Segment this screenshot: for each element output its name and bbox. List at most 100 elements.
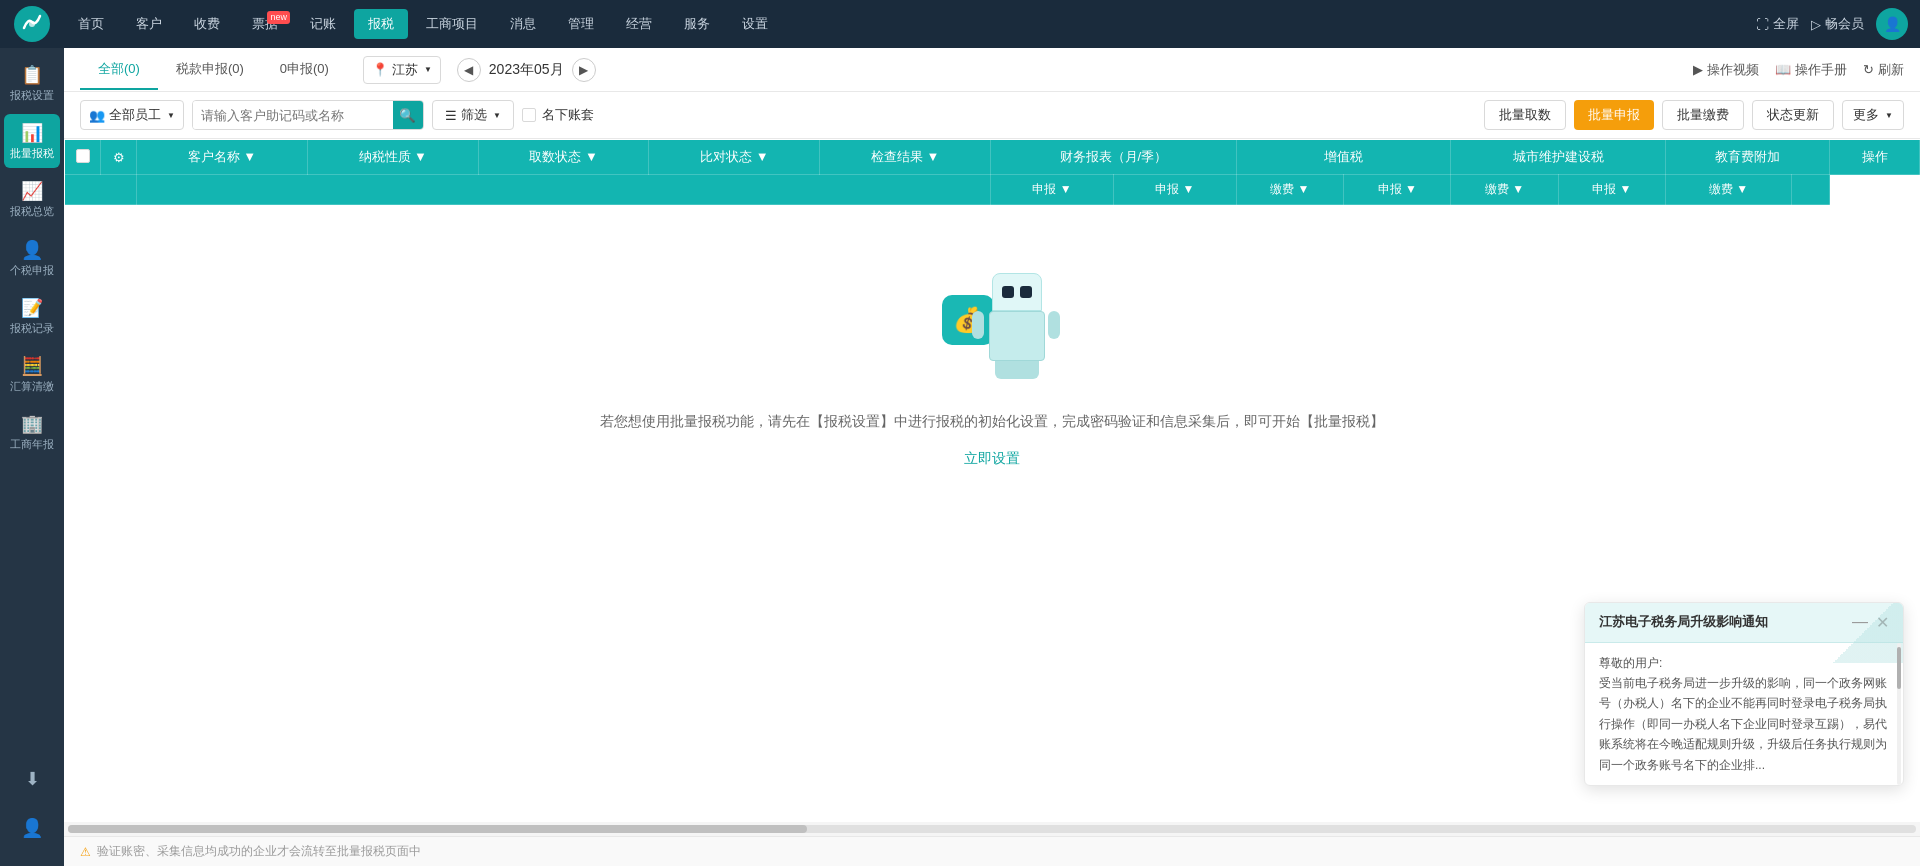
tab-zero-declare[interactable]: 0申报(0) <box>262 50 347 90</box>
batch-fetch-btn[interactable]: 批量取数 <box>1484 100 1566 130</box>
col-operations: 操作 <box>1830 140 1920 175</box>
scroll-track <box>68 825 1916 833</box>
horizontal-scrollbar[interactable] <box>64 822 1920 836</box>
nav-invoice[interactable]: 票据 new <box>238 9 292 39</box>
sidebar: 📋 报税设置 📊 批量报税 📈 报税总览 👤 个税申报 📝 报税记录 🧮 汇算清… <box>0 48 64 866</box>
status-text: 验证账密、采集信息均成功的企业才会流转至批量报税页面中 <box>97 843 421 860</box>
setup-link[interactable]: 立即设置 <box>964 450 1020 468</box>
download-icon: ⬇ <box>25 768 40 790</box>
settings-header[interactable]: ⚙ <box>101 140 137 175</box>
nav-billing[interactable]: 收费 <box>180 9 234 39</box>
filter-icon: ☰ <box>445 108 457 123</box>
col-vat: 增值税 <box>1236 140 1451 175</box>
sidebar-item-settlement[interactable]: 🧮 汇算清缴 <box>4 347 60 401</box>
personal-tax-icon: 👤 <box>21 239 43 261</box>
col-fetch-status: 取数状态 ▼ <box>478 140 649 175</box>
member-btn[interactable]: ▷ 畅会员 <box>1811 15 1864 33</box>
search-button[interactable]: 🔍 <box>393 100 423 130</box>
sidebar-label-personal-tax: 个税申报 <box>10 264 54 277</box>
search-input[interactable] <box>193 101 393 129</box>
province-selector[interactable]: 📍 江苏 ▼ <box>363 56 441 84</box>
col-compare-status: 比对状态 ▼ <box>649 140 820 175</box>
sub-header-empty2 <box>137 175 991 205</box>
batch-declare-btn[interactable]: 批量申报 <box>1574 100 1654 130</box>
sub-account-checkbox-label[interactable]: 名下账套 <box>522 106 594 124</box>
location-icon: 📍 <box>372 62 388 77</box>
nav-home[interactable]: 首页 <box>64 9 118 39</box>
prev-month-btn[interactable]: ◀ <box>457 58 481 82</box>
nav-tax[interactable]: 报税 <box>354 9 408 39</box>
col-tax-nature: 纳税性质 ▼ <box>307 140 478 175</box>
sub-account-checkbox[interactable] <box>522 108 536 122</box>
nav-message[interactable]: 消息 <box>496 9 550 39</box>
video-icon: ▶ <box>1693 62 1703 77</box>
nav-menu: 首页 客户 收费 票据 new 记账 报税 工商项目 消息 管理 经营 服务 设… <box>64 9 1756 39</box>
sidebar-item-annual-report[interactable]: 🏢 工商年报 <box>4 405 60 459</box>
batch-tax-icon: 📊 <box>21 122 43 144</box>
nav-business[interactable]: 工商项目 <box>412 9 492 39</box>
province-label: 江苏 <box>392 61 418 79</box>
sub-tabs-bar: 全部(0) 税款申报(0) 0申报(0) 📍 江苏 ▼ ◀ 2023年05月 ▶… <box>64 48 1920 92</box>
sidebar-label-batch-tax: 批量报税 <box>10 147 54 160</box>
sub-col-vat-pay: 缴费 ▼ <box>1236 175 1343 205</box>
employee-filter[interactable]: 👥 全部员工 ▼ <box>80 100 184 130</box>
fullscreen-icon: ⛶ <box>1756 17 1769 32</box>
filter-button[interactable]: ☰ 筛选 ▼ <box>432 100 514 130</box>
status-update-btn[interactable]: 状态更新 <box>1752 100 1834 130</box>
play-icon: ▷ <box>1811 17 1821 32</box>
sidebar-download[interactable]: ⬇ <box>4 760 60 801</box>
empty-state-text: 若您想使用批量报税功能，请先在【报税设置】中进行报税的初始化设置，完成密码验证和… <box>600 409 1384 434</box>
month-navigation: ◀ 2023年05月 ▶ <box>457 58 596 82</box>
search-box: 🔍 <box>192 100 424 130</box>
avatar[interactable]: 👤 <box>1876 8 1908 40</box>
toolbar-right: 批量取数 批量申报 批量缴费 状态更新 更多 ▼ <box>1484 100 1904 130</box>
current-month: 2023年05月 <box>489 61 564 79</box>
video-btn[interactable]: ▶ 操作视频 <box>1693 61 1759 79</box>
sub-col-edu-declare: 申报 ▼ <box>1558 175 1665 205</box>
employee-dropdown-icon: ▼ <box>167 111 175 120</box>
nav-accounting[interactable]: 记账 <box>296 9 350 39</box>
refresh-icon: ↻ <box>1863 62 1874 77</box>
sub-tabs-right-buttons: ▶ 操作视频 📖 操作手册 ↻ 刷新 <box>1693 61 1904 79</box>
col-urban-tax: 城市维护建设税 <box>1451 140 1666 175</box>
tax-overview-icon: 📈 <box>21 180 43 202</box>
more-dropdown-icon: ▼ <box>1885 111 1893 120</box>
top-navigation: 首页 客户 收费 票据 new 记账 报税 工商项目 消息 管理 经营 服务 设… <box>0 0 1920 48</box>
notification-scrollbar[interactable] <box>1897 643 1901 785</box>
sidebar-user[interactable]: 👤 <box>4 809 60 850</box>
sidebar-label-tax-overview: 报税总览 <box>10 205 54 218</box>
next-month-btn[interactable]: ▶ <box>572 58 596 82</box>
sub-col-urban-declare: 申报 ▼ <box>1344 175 1451 205</box>
employee-filter-icon: 👥 <box>89 108 105 123</box>
fullscreen-btn[interactable]: ⛶ 全屏 <box>1756 15 1799 33</box>
data-table: ⚙ 客户名称 ▼ 纳税性质 ▼ 取数状态 ▼ 比对状态 ▼ 检查结果 ▼ <box>64 139 1920 508</box>
manual-btn[interactable]: 📖 操作手册 <box>1775 61 1847 79</box>
checkbox-header[interactable] <box>65 140 101 175</box>
tab-all[interactable]: 全部(0) <box>80 50 158 90</box>
nav-operate[interactable]: 经营 <box>612 9 666 39</box>
tab-tax-declare[interactable]: 税款申报(0) <box>158 50 262 90</box>
sidebar-label-annual-report: 工商年报 <box>10 438 54 451</box>
batch-pay-btn[interactable]: 批量缴费 <box>1662 100 1744 130</box>
nav-service[interactable]: 服务 <box>670 9 724 39</box>
empty-state-row: 💰 <box>65 205 1920 509</box>
sidebar-item-tax-overview[interactable]: 📈 报税总览 <box>4 172 60 226</box>
sub-col-edu-pay: 缴费 ▼ <box>1666 175 1792 205</box>
chevron-down-icon: ▼ <box>424 65 432 74</box>
nav-settings[interactable]: 设置 <box>728 9 782 39</box>
sidebar-item-batch-tax[interactable]: 📊 批量报税 <box>4 114 60 168</box>
nav-customer[interactable]: 客户 <box>122 9 176 39</box>
new-badge: new <box>267 11 290 24</box>
sidebar-label-tax-settings: 报税设置 <box>10 89 54 102</box>
sidebar-bottom: ⬇ 👤 <box>4 760 60 866</box>
refresh-btn[interactable]: ↻ 刷新 <box>1863 61 1904 79</box>
scroll-thumb[interactable] <box>68 825 807 833</box>
filter-dropdown-icon: ▼ <box>493 111 501 120</box>
more-btn[interactable]: 更多 ▼ <box>1842 100 1904 130</box>
sidebar-item-personal-tax[interactable]: 👤 个税申报 <box>4 231 60 285</box>
sidebar-item-tax-records[interactable]: 📝 报税记录 <box>4 289 60 343</box>
app-logo[interactable] <box>12 4 52 44</box>
nav-manage[interactable]: 管理 <box>554 9 608 39</box>
sidebar-item-tax-settings[interactable]: 📋 报税设置 <box>4 56 60 110</box>
sub-col-urban-pay: 缴费 ▼ <box>1451 175 1558 205</box>
